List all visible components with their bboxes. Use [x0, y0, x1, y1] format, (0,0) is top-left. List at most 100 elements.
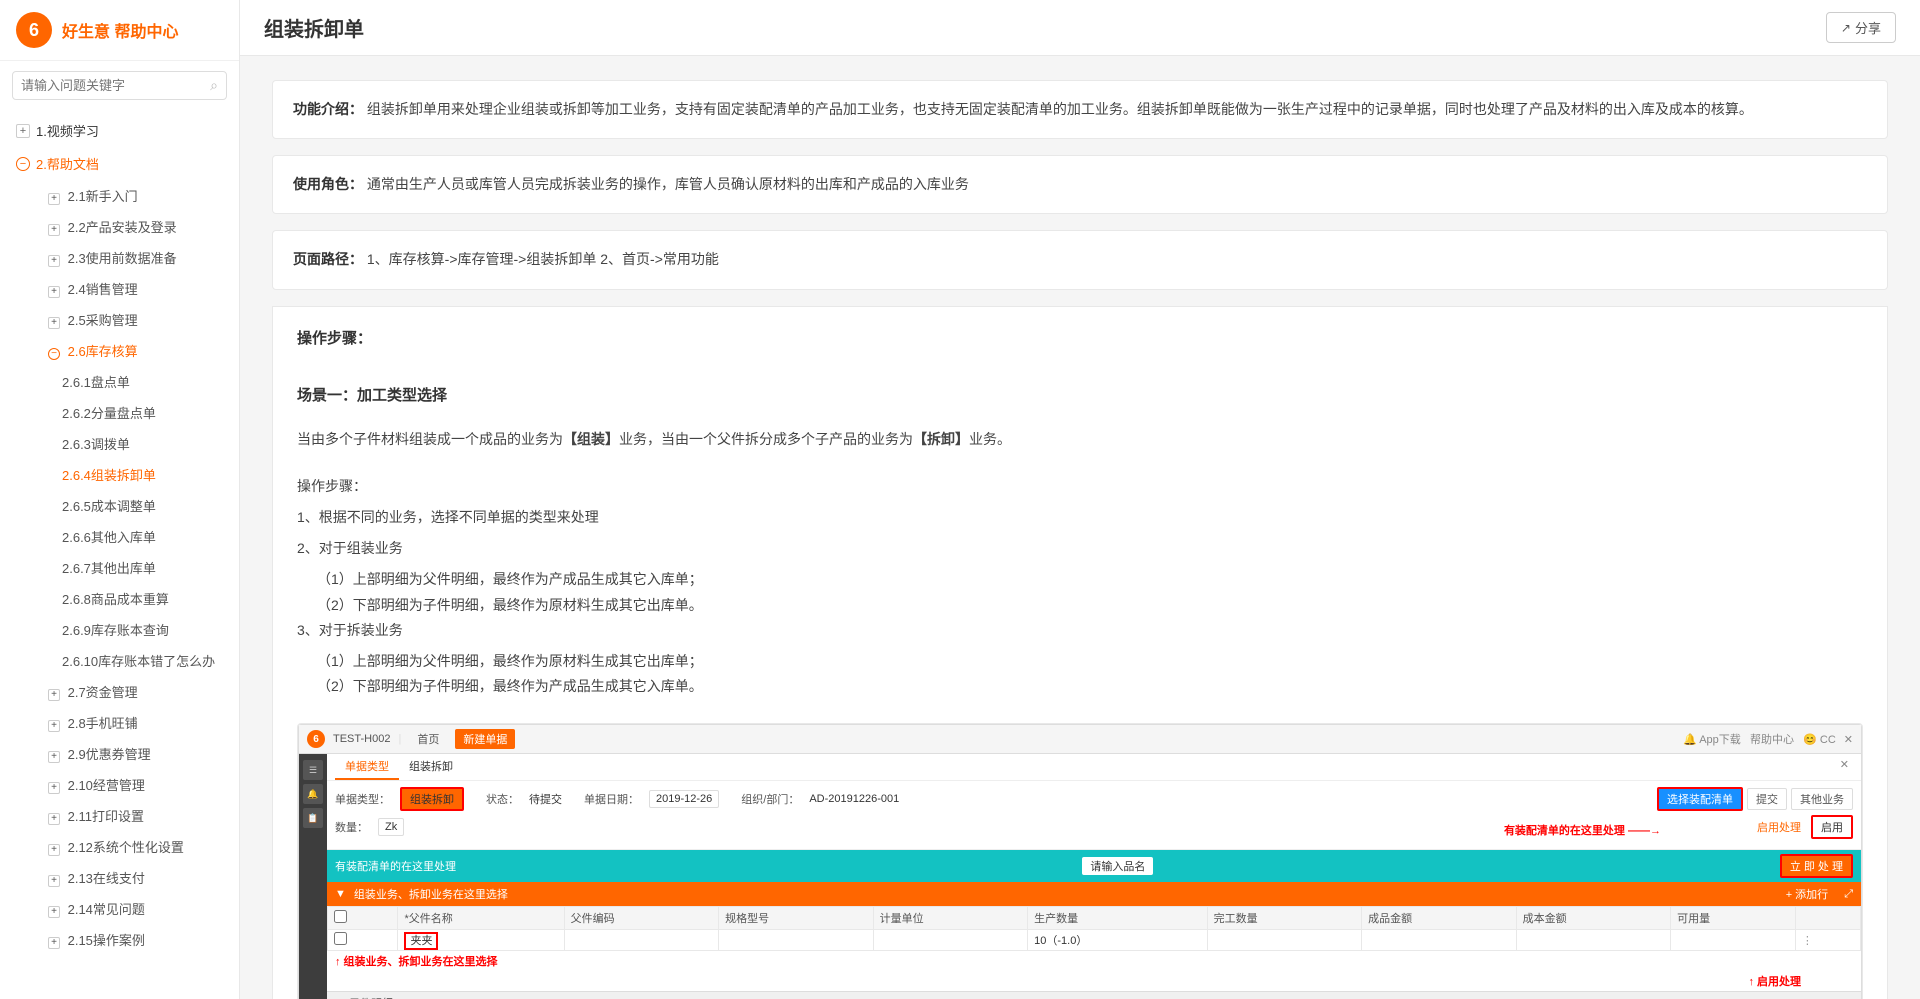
- search-input[interactable]: [21, 78, 210, 93]
- search-box[interactable]: ⌕: [12, 71, 227, 100]
- mock-strip-icon-1: ☰: [303, 760, 323, 780]
- mock-match-btn[interactable]: 选择装配清单: [1657, 787, 1743, 811]
- logo-sub: 帮助中心: [110, 24, 178, 41]
- mock-titlebar: 6 TEST-H002 | 首页 新建单据 🔔 App下载 帮助中心 😊 CC …: [299, 725, 1861, 754]
- mock-date-label: 单据日期：: [584, 791, 639, 807]
- sidebar-item-mobile[interactable]: + 2.8手机旺铺: [36, 707, 239, 738]
- sidebar-item-transfer[interactable]: 2.6.3调拨单: [52, 428, 239, 459]
- sidebar-item-docs[interactable]: − 2.帮助文档: [0, 147, 239, 180]
- step-3-2: （2）下部明细为子件明细，最终作为产成品生成其它入库单。: [317, 674, 1863, 699]
- sidebar-item-sales[interactable]: + 2.4销售管理: [36, 273, 239, 304]
- mock-qty-label: 数量：: [335, 819, 368, 835]
- mock-tab-close[interactable]: ✕: [1836, 754, 1853, 780]
- sidebar: 6 好生意 帮助中心 ⌕ + 1.视频学习 − 2.帮助文档 + 2.1新手入: [0, 0, 240, 999]
- scenario1-desc: 当由多个子件材料组装成一个成品的业务为【组装】业务，当由一个父件拆分成多个子产品…: [297, 427, 1863, 452]
- sidebar-item-stocktake[interactable]: 2.6.1盘点单: [52, 366, 239, 397]
- mock-divider: |: [398, 733, 401, 745]
- mock-close-icon[interactable]: ✕: [1844, 733, 1853, 746]
- intro-section-1: 功能介绍： 组装拆卸单用来处理企业组装或拆卸等加工业务，支持有固定装配清单的产品…: [272, 80, 1888, 139]
- sidebar-item-inv-error[interactable]: 2.6.10库存账本错了怎么办: [52, 645, 239, 676]
- sidebar-item-cost-recalc[interactable]: 2.6.8商品成本重算: [52, 583, 239, 614]
- mock-sub-header: ▼ 子件明细: [327, 991, 1861, 999]
- mock-org-label: 组织/部门：: [741, 791, 799, 807]
- mock-logo-icon: 6: [307, 730, 325, 748]
- collapse-icon: −: [16, 157, 30, 171]
- expand-icon: +: [16, 124, 30, 138]
- mock-type-value[interactable]: 组装拆卸: [400, 787, 464, 811]
- mock-tab-assembly[interactable]: 单据类型: [335, 754, 399, 780]
- sidebar-item-coupon[interactable]: + 2.9优惠券管理: [36, 738, 239, 769]
- step-2: 2、对于组装业务: [297, 536, 1863, 561]
- mock-tab-home[interactable]: 首页: [409, 729, 447, 749]
- cell-checkbox[interactable]: [328, 930, 398, 951]
- mock-qty-value[interactable]: Zk: [378, 818, 404, 836]
- mock-more-btn[interactable]: 其他业务: [1791, 788, 1853, 810]
- mock-section-header: ▼ 组装业务、拆卸业务在这里选择 + 添加行 ⤢: [327, 882, 1861, 906]
- logo-title: 好生意 帮助中心: [62, 18, 178, 42]
- sidebar-item-dataprep[interactable]: + 2.3使用前数据准备: [36, 242, 239, 273]
- cell-cost-amount: [1516, 930, 1671, 951]
- mock-expand-icon[interactable]: ⤢: [1844, 888, 1853, 901]
- expand-icon: +: [48, 255, 60, 267]
- topbar: 组装拆卸单 ↗ 分享: [240, 0, 1920, 56]
- mock-top-table-container: *父件名称 父件编码 规格型号 计量单位 生产数量 完工数量 成品金额: [327, 906, 1861, 951]
- sidebar-item-label: 2.帮助文档: [36, 154, 99, 173]
- ops-steps-title: 操作步骤：: [297, 474, 1863, 499]
- sidebar-item-payment[interactable]: + 2.13在线支付: [36, 862, 239, 893]
- share-button[interactable]: ↗ 分享: [1826, 12, 1896, 43]
- ops-title: 操作步骤：: [297, 327, 1863, 348]
- expand-icon: +: [48, 937, 60, 949]
- cell-prod-qty: 10（-1.0）: [1028, 930, 1207, 951]
- sidebar-item-customize[interactable]: + 2.12系统个性化设置: [36, 831, 239, 862]
- mock-enable-label: 启用处理: [1757, 819, 1801, 835]
- sidebar-item-newbie[interactable]: + 2.1新手入门: [36, 180, 239, 211]
- mock-action-btn[interactable]: 提交: [1747, 788, 1787, 810]
- sidebar-item-other-in[interactable]: 2.6.6其他入库单: [52, 521, 239, 552]
- annotation-has-bom: 有装配清单的在这里处理 ——→: [1504, 822, 1661, 838]
- sidebar-item-assembly[interactable]: 2.6.4组装拆卸单: [52, 459, 239, 490]
- mock-date-value[interactable]: 2019-12-26: [649, 790, 719, 808]
- nav-tree: + 1.视频学习 − 2.帮助文档 + 2.1新手入门 + 2.2产品安装及登录: [0, 110, 239, 999]
- sidebar-item-cases[interactable]: + 2.15操作案例: [36, 924, 239, 955]
- cell-avail: [1671, 930, 1796, 951]
- sidebar-item-print[interactable]: + 2.11打印设置: [36, 800, 239, 831]
- table-row: 夹夹 10（-1.0）: [328, 930, 1861, 951]
- sidebar-item-partial-stocktake[interactable]: 2.6.2分量盘点单: [52, 397, 239, 428]
- sidebar-item-label: 1.视频学习: [36, 121, 99, 140]
- intro-section-3: 页面路径： 1、库存核算->库存管理->组装拆卸单 2、首页->常用功能: [272, 230, 1888, 289]
- mock-form-area: 单据类型： 组装拆卸 状态： 待提交 单据日期： 2019-12-26 组织/部…: [327, 781, 1861, 850]
- mock-add-row[interactable]: + 添加行: [1786, 886, 1828, 902]
- mock-banner-confirm[interactable]: 立 即 处 理: [1780, 854, 1853, 878]
- expand-icon: +: [48, 906, 60, 918]
- intro-text-1: 组装拆卸单用来处理企业组装或拆卸等加工业务，支持有固定装配清单的产品加工业务，也…: [367, 101, 1753, 117]
- mock-tab-other[interactable]: 组装拆卸: [399, 754, 463, 780]
- sidebar-item-inv-ledger[interactable]: 2.6.9库存账本查询: [52, 614, 239, 645]
- sidebar-item-purchase[interactable]: + 2.5采购管理: [36, 304, 239, 335]
- col-prod-amount: 成品金额: [1362, 907, 1517, 930]
- col-cost-amount: 成本金额: [1516, 907, 1671, 930]
- sidebar-item-finance[interactable]: + 2.7资金管理: [36, 676, 239, 707]
- sidebar-item-ops[interactable]: + 2.10经营管理: [36, 769, 239, 800]
- cell-row-actions[interactable]: ⋮: [1795, 930, 1860, 951]
- select-all-top[interactable]: [334, 910, 347, 923]
- sidebar-item-faq[interactable]: + 2.14常见问题: [36, 893, 239, 924]
- expand-icon: +: [48, 813, 60, 825]
- sidebar-header: 6 好生意 帮助中心: [0, 0, 239, 61]
- sidebar-item-other-out[interactable]: 2.6.7其他出库单: [52, 552, 239, 583]
- cell-unit: [873, 930, 1028, 951]
- sidebar-item-cost-adjust[interactable]: 2.6.5成本调整单: [52, 490, 239, 521]
- sidebar-item-inventory[interactable]: − 2.6库存核算: [36, 335, 239, 366]
- mock-body: ☰ 🔔 📋 单据类型 组装拆卸: [299, 754, 1861, 999]
- mock-enable-btn[interactable]: 启用: [1811, 815, 1853, 839]
- step-3-1: （1）上部明细为父件明细，最终作为原材料生成其它出库单；: [317, 649, 1863, 674]
- mock-status-label: 状态：: [486, 791, 519, 807]
- mock-strip-icon-2: 🔔: [303, 784, 323, 804]
- step-3: 3、对于拆装业务: [297, 618, 1863, 643]
- sidebar-item-install[interactable]: + 2.2产品安装及登录: [36, 211, 239, 242]
- sidebar-item-video[interactable]: + 1.视频学习: [0, 114, 239, 147]
- mock-banner-search[interactable]: 请输入品名: [1082, 857, 1153, 875]
- mock-tab-new[interactable]: 新建单据: [455, 729, 515, 749]
- cell-spec: [719, 930, 874, 951]
- search-icon[interactable]: ⌕: [210, 77, 218, 94]
- step-2-1: （1）上部明细为父件明细，最终作为产成品生成其它入库单；: [317, 567, 1863, 592]
